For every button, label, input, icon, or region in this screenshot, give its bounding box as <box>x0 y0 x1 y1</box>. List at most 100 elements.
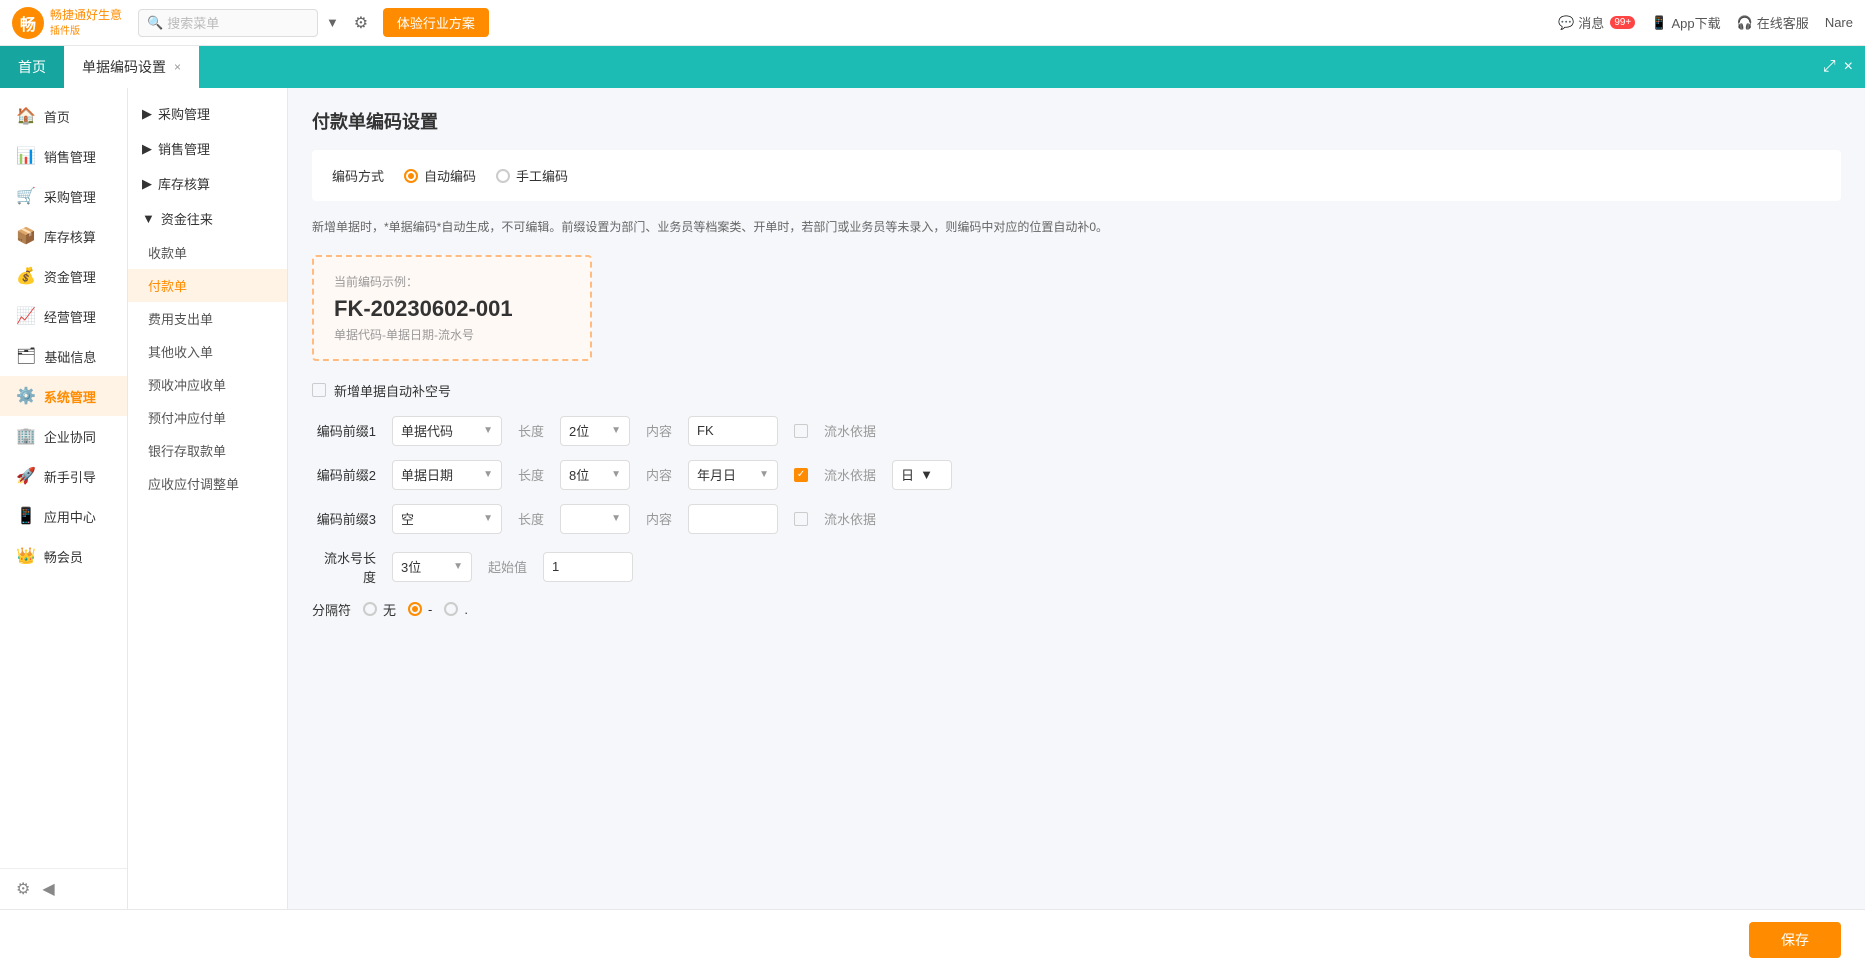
settings-icon[interactable]: ⚙ <box>16 879 30 899</box>
tab-close-icon[interactable]: × <box>174 60 181 74</box>
sub-item-payment[interactable]: 付款单 <box>128 269 287 302</box>
tab-encoding-settings[interactable]: 单据编码设置 × <box>64 46 199 88</box>
sidebar-item-sales[interactable]: 📊 销售管理 <box>0 136 127 176</box>
stream2-unit-arrow: ▼ <box>920 467 933 482</box>
sub-group-fund-label: 资金往来 <box>161 209 213 228</box>
close-window-icon[interactable]: × <box>1844 58 1853 76</box>
sidebar-item-inventory[interactable]: 📦 库存核算 <box>0 216 127 256</box>
length3-label: 长度 <box>518 509 544 528</box>
sidebar-item-finance[interactable]: 💰 资金管理 <box>0 256 127 296</box>
sidebar-item-label-home: 首页 <box>44 107 70 126</box>
content3-input[interactable] <box>688 504 778 534</box>
sidebar-item-enterprise[interactable]: 🏢 企业协同 <box>0 416 127 456</box>
stream1-checkbox[interactable] <box>794 424 808 438</box>
sidebar-item-operation[interactable]: 📈 经营管理 <box>0 296 127 336</box>
sub-group-inventory[interactable]: ▶ 库存核算 <box>128 166 287 201</box>
prefix1-select[interactable]: 单据代码 ▼ <box>392 416 502 446</box>
sales-icon: 📊 <box>16 146 36 166</box>
start-value-input[interactable] <box>543 552 633 582</box>
prefix3-select[interactable]: 空 ▼ <box>392 504 502 534</box>
page-footer: 保存 <box>0 909 1865 969</box>
sidebar-item-label-enterprise: 企业协同 <box>44 427 96 446</box>
sub-item-expense[interactable]: 费用支出单 <box>128 302 287 335</box>
sub-item-advance-receive[interactable]: 预收冲应收单 <box>128 368 287 401</box>
separator-row: 分隔符 无 - . <box>312 600 1841 619</box>
sub-item-advance-payment[interactable]: 预付冲应付单 <box>128 401 287 434</box>
sidebar-item-label-inventory: 库存核算 <box>44 227 96 246</box>
maximize-icon[interactable]: ⤢ <box>1823 58 1836 76</box>
sidebar-item-appstore[interactable]: 📱 应用中心 <box>0 496 127 536</box>
stream2-checkbox[interactable]: ✓ <box>794 468 808 482</box>
stream1-label: 流水依据 <box>824 421 876 440</box>
sidebar-item-basic[interactable]: 🗂 基础信息 <box>0 336 127 376</box>
sub-group-sales[interactable]: ▶ 销售管理 <box>128 131 287 166</box>
stream3-checkbox[interactable] <box>794 512 808 526</box>
serial-length-label: 流水号长度 <box>312 548 376 586</box>
inventory-icon: 📦 <box>16 226 36 246</box>
member-icon: 👑 <box>16 546 36 566</box>
sep-none-radio[interactable]: 无 <box>363 600 396 619</box>
start-value-label: 起始值 <box>488 557 527 576</box>
message-button[interactable]: 💬 消息 99+ <box>1558 13 1635 32</box>
serial-length-arrow: ▼ <box>453 561 463 572</box>
auto-encoding-circle <box>404 169 418 183</box>
sidebar-item-member[interactable]: 👑 畅会员 <box>0 536 127 576</box>
sub-item-other-income[interactable]: 其他收入单 <box>128 335 287 368</box>
experience-button[interactable]: 体验行业方案 <box>383 8 489 37</box>
length2-select[interactable]: 8位 ▼ <box>560 460 630 490</box>
sub-group-purchase-label: 采购管理 <box>158 104 210 123</box>
app-download-button[interactable]: 📱 App下载 <box>1651 13 1720 32</box>
sidebar-item-guide[interactable]: 🚀 新手引导 <box>0 456 127 496</box>
serial-length-select[interactable]: 3位 ▼ <box>392 552 472 582</box>
online-service-label: 在线客服 <box>1757 13 1809 32</box>
search-input[interactable]: 🔍 搜索菜单 <box>138 9 318 37</box>
topbar-dropdown[interactable]: ▼ <box>326 15 339 30</box>
message-label: 消息 <box>1578 13 1604 32</box>
manual-encoding-radio[interactable]: 手工编码 <box>496 166 568 185</box>
stream2-unit-select[interactable]: 日 ▼ <box>892 460 952 490</box>
sep-none-circle <box>363 602 377 616</box>
user-name[interactable]: Nare <box>1825 15 1853 30</box>
prefix2-value: 单据日期 <box>401 465 453 484</box>
collapse-icon[interactable]: ◀ <box>42 879 54 899</box>
auto-fill-row: 新增单据自动补空号 <box>312 381 1841 400</box>
gear-icon[interactable]: ⚙ <box>347 9 375 37</box>
sub-group-purchase[interactable]: ▶ 采购管理 <box>128 96 287 131</box>
search-icon: 🔍 <box>147 15 163 31</box>
length1-select[interactable]: 2位 ▼ <box>560 416 630 446</box>
prefix2-label: 编码前缀2 <box>312 465 376 484</box>
stream2-unit-value: 日 <box>901 465 914 484</box>
auto-fill-label: 新增单据自动补空号 <box>334 381 451 400</box>
chevron-right-icon2: ▶ <box>142 141 152 157</box>
main-content: 付款单编码设置 编码方式 自动编码 手工编码 <box>288 88 1865 909</box>
sub-sidebar: ▶ 采购管理 ▶ 销售管理 ▶ 库存核算 ▼ 资金往来 收款单 付款单 费用支出… <box>128 88 288 909</box>
sub-group-fund[interactable]: ▼ 资金往来 <box>128 201 287 236</box>
sep-dot-radio[interactable]: . <box>444 602 468 617</box>
content2-select[interactable]: 年月日 ▼ <box>688 460 778 490</box>
prefix2-row: 编码前缀2 单据日期 ▼ 长度 8位 ▼ 内容 年月日 ▼ ✓ 流水 <box>312 460 1841 490</box>
tab-home[interactable]: 首页 <box>0 46 64 88</box>
sidebar-item-purchase[interactable]: 🛒 采购管理 <box>0 176 127 216</box>
sub-item-bank-deposit[interactable]: 银行存取款单 <box>128 434 287 467</box>
prefix3-arrow: ▼ <box>483 513 493 524</box>
auto-encoding-dot <box>408 173 414 179</box>
prefix2-select[interactable]: 单据日期 ▼ <box>392 460 502 490</box>
chevron-down-icon: ▼ <box>326 15 339 30</box>
sidebar-item-label-sales: 销售管理 <box>44 147 96 166</box>
save-button[interactable]: 保存 <box>1749 922 1841 958</box>
auto-encoding-radio[interactable]: 自动编码 <box>404 166 476 185</box>
online-service-button[interactable]: 🎧 在线客服 <box>1737 13 1809 32</box>
sub-item-adjustment[interactable]: 应收应付调整单 <box>128 467 287 500</box>
code-preview-label: 当前编码示例： <box>334 273 570 290</box>
auto-fill-checkbox[interactable] <box>312 383 326 397</box>
sidebar-item-system[interactable]: ⚙️ 系统管理 <box>0 376 127 416</box>
prefix1-arrow: ▼ <box>483 425 493 436</box>
sidebar-item-home[interactable]: 🏠 首页 <box>0 96 127 136</box>
sub-item-receipt[interactable]: 收款单 <box>128 236 287 269</box>
sep-dash-radio[interactable]: - <box>408 602 432 617</box>
content1-input[interactable] <box>688 416 778 446</box>
length3-select[interactable]: ▼ <box>560 504 630 534</box>
length1-arrow: ▼ <box>611 425 621 436</box>
encoding-method-group: 编码方式 自动编码 手工编码 <box>332 166 1821 185</box>
encoding-method-section: 编码方式 自动编码 手工编码 <box>312 150 1841 201</box>
